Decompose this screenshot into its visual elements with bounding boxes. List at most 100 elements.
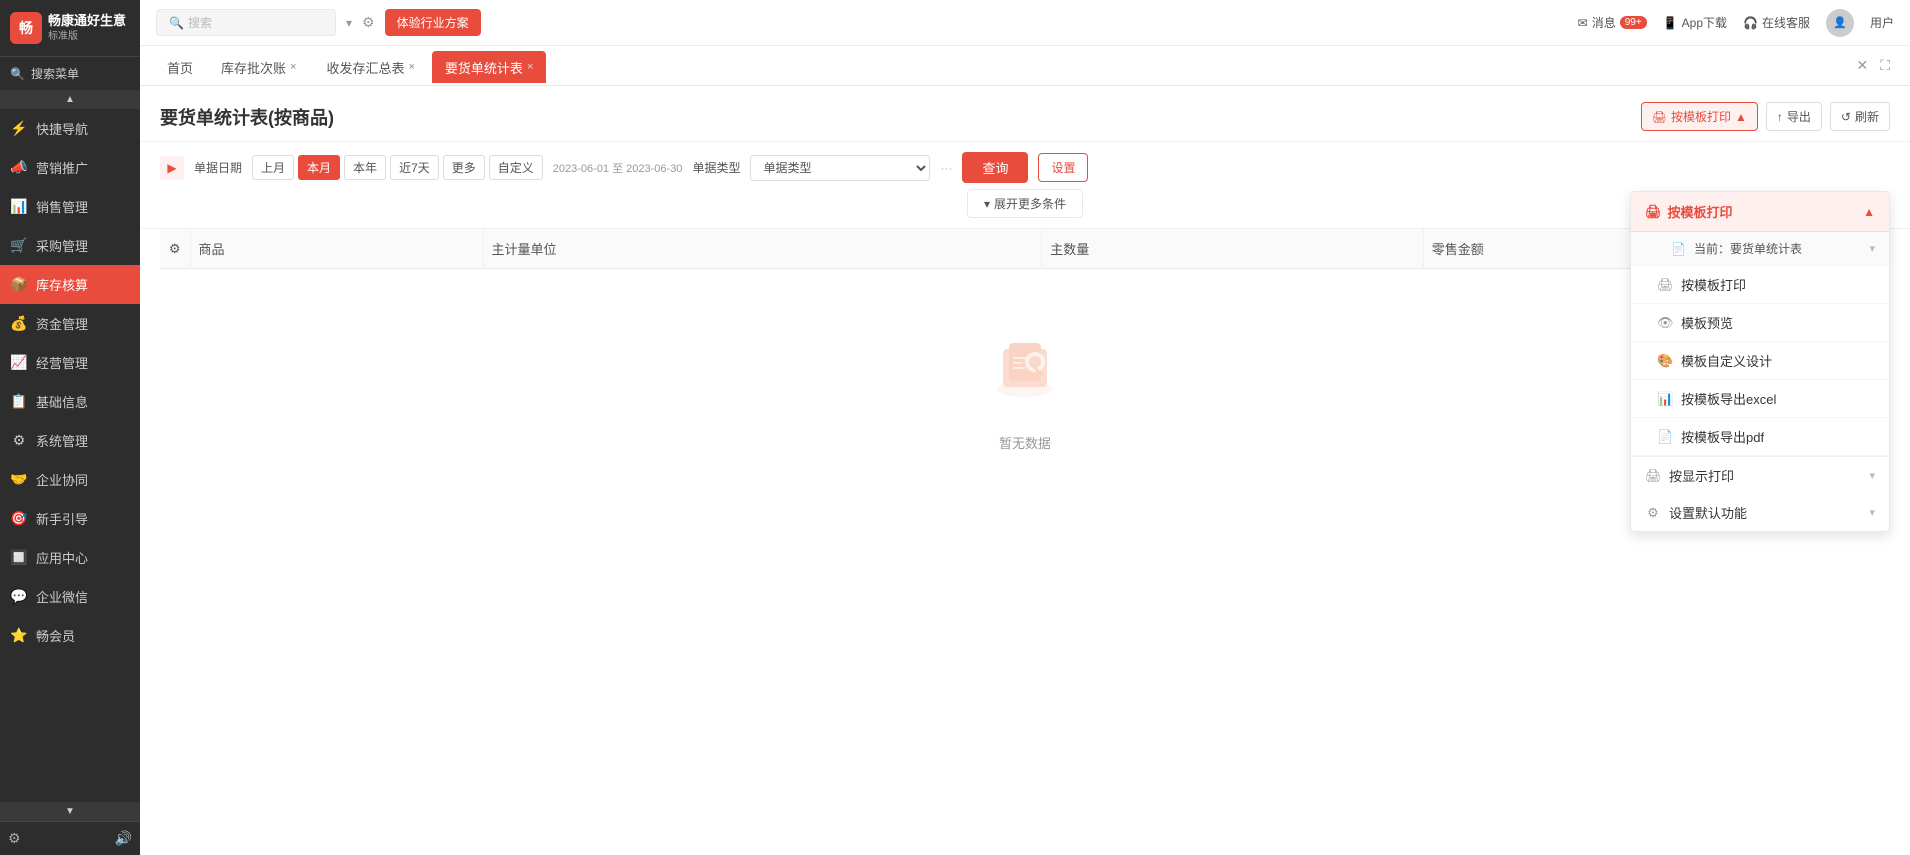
dropdown-item-export-pdf[interactable]: 📄 按模板导出pdf: [1631, 418, 1889, 456]
query-button[interactable]: 查询: [962, 152, 1028, 183]
sidebar-item-label-enterprise-wechat: 企业微信: [36, 587, 88, 606]
sidebar-item-marketing[interactable]: 📣 营销推广: [0, 148, 140, 187]
topbar-dropdown-arrow[interactable]: ▾: [346, 16, 352, 30]
sidebar-item-basic-info[interactable]: 📋 基础信息: [0, 382, 140, 421]
sidebar-item-app-center[interactable]: 🔲 应用中心: [0, 538, 140, 577]
system-icon: ⚙: [10, 432, 28, 449]
topbar-search[interactable]: 🔍 搜索: [156, 9, 336, 36]
filter-more-dots[interactable]: ···: [940, 161, 952, 175]
expand-more-filters[interactable]: ▾ 展开更多条件: [967, 189, 1083, 218]
template-print-button[interactable]: 🖨 按模板打印 ▲: [1641, 102, 1758, 131]
dropdown-item-template-design-left: 🎨 模板自定义设计: [1657, 351, 1772, 370]
sidebar-item-purchase[interactable]: 🛒 采购管理: [0, 226, 140, 265]
filter-expand-arrow[interactable]: ▶: [160, 156, 184, 180]
sidebar-scroll-up[interactable]: ▲: [0, 90, 140, 109]
sidebar-item-enterprise-wechat[interactable]: 💬 企业微信: [0, 577, 140, 616]
sidebar-item-label-membership: 畅会员: [36, 626, 75, 645]
doc-type-select[interactable]: 单据类型: [750, 155, 930, 181]
dropdown-current-arrow: ▾: [1869, 242, 1875, 255]
volume-icon[interactable]: 🔊: [115, 830, 132, 847]
template-preview-item-icon: 👁: [1657, 315, 1673, 331]
tab-inventory-batch[interactable]: 库存批次账 ×: [208, 51, 309, 83]
tab-collection-summary[interactable]: 收发存汇总表 ×: [313, 51, 427, 83]
enterprise-icon: 🤝: [10, 471, 28, 488]
online-service-label: 在线客服: [1762, 14, 1810, 31]
app-center-icon: 🔲: [10, 549, 28, 566]
dropdown-header-arrow: ▲: [1863, 205, 1875, 219]
sidebar-item-label-quick-nav: 快捷导航: [36, 119, 88, 138]
user-name[interactable]: 用户: [1870, 14, 1894, 31]
doc-type-label: 单据类型: [692, 159, 740, 176]
tab-home[interactable]: 首页: [156, 51, 204, 83]
tab-expand-button[interactable]: ⛶: [1876, 55, 1894, 76]
avatar-icon: 👤: [1833, 16, 1847, 29]
inventory-icon: 📦: [10, 276, 28, 293]
dropdown-display-print[interactable]: 🖨 按显示打印 ▾: [1631, 457, 1889, 494]
topbar-gear-icon[interactable]: ⚙: [362, 14, 375, 31]
tabbar-right: ✕ ⛶: [1852, 55, 1894, 76]
dropdown-item-template-design[interactable]: 🎨 模板自定义设计: [1631, 342, 1889, 380]
app-logo-icon: 畅: [10, 12, 42, 44]
sidebar-item-label-inventory: 库存核算: [36, 275, 88, 294]
sidebar-item-guide[interactable]: 🎯 新手引导: [0, 499, 140, 538]
dropdown-item-template-print-left: 🖨 按模板打印: [1657, 275, 1746, 294]
refresh-icon: ↺: [1841, 110, 1851, 124]
table-col-product: 商品: [190, 229, 483, 269]
app-name: 畅康通好生意: [48, 13, 126, 30]
tab-collection-summary-close[interactable]: ×: [408, 61, 414, 73]
dropdown-item-export-excel[interactable]: 📊 按模板导出excel: [1631, 380, 1889, 418]
date-label: 单据日期: [194, 159, 242, 176]
tab-order-stats-close[interactable]: ×: [527, 61, 533, 73]
sidebar-item-inventory[interactable]: 📦 库存核算: [0, 265, 140, 304]
dropdown-header[interactable]: 🖨 按模板打印 ▲: [1631, 192, 1889, 232]
sidebar-item-system[interactable]: ⚙ 系统管理: [0, 421, 140, 460]
set-default-label: 设置默认功能: [1669, 503, 1747, 522]
date-btn-this-year[interactable]: 本年: [344, 155, 386, 180]
online-service-button[interactable]: 🎧 在线客服: [1743, 14, 1810, 31]
table-col-unit: 主计量单位: [483, 229, 1042, 269]
export-excel-item-icon: 📊: [1657, 391, 1673, 407]
sidebar-item-label-guide: 新手引导: [36, 509, 88, 528]
export-icon: ↑: [1777, 110, 1783, 124]
sidebar-item-quick-nav[interactable]: ⚡ 快捷导航: [0, 109, 140, 148]
sidebar-item-operations[interactable]: 📈 经营管理: [0, 343, 140, 382]
dropdown-current-item[interactable]: 📄 当前：要货单统计表 ▾: [1631, 232, 1889, 266]
date-btn-custom[interactable]: 自定义: [489, 155, 543, 180]
empty-icon: [985, 329, 1065, 423]
table-col-gear[interactable]: ⚙: [160, 229, 190, 269]
settings-button[interactable]: 设置: [1038, 153, 1088, 182]
date-btn-7days[interactable]: 近7天: [390, 155, 439, 180]
finance-icon: 💰: [10, 315, 28, 332]
sidebar-item-membership[interactable]: ⭐ 畅会员: [0, 616, 140, 655]
sidebar-item-finance[interactable]: 💰 资金管理: [0, 304, 140, 343]
export-pdf-item-label: 按模板导出pdf: [1681, 427, 1764, 446]
purchase-icon: 🛒: [10, 237, 28, 254]
tab-home-label: 首页: [167, 58, 193, 77]
sidebar-item-sales[interactable]: 📊 销售管理: [0, 187, 140, 226]
dropdown-set-default[interactable]: ⚙ 设置默认功能 ▾: [1631, 494, 1889, 531]
expand-icon: ▾: [984, 197, 990, 211]
dropdown-item-template-print[interactable]: 🖨 按模板打印: [1631, 266, 1889, 304]
sidebar-item-label-finance: 资金管理: [36, 314, 88, 333]
topbar-cta-button[interactable]: 体验行业方案: [385, 9, 481, 36]
sidebar-search[interactable]: 🔍 搜索菜单: [0, 57, 140, 90]
display-print-arrow: ▾: [1869, 469, 1875, 482]
topbar-search-icon: 🔍: [169, 16, 184, 30]
dropdown-item-template-preview[interactable]: 👁 模板预览: [1631, 304, 1889, 342]
tab-order-stats[interactable]: 要货单统计表 ×: [432, 51, 546, 83]
messages-button[interactable]: ✉ 消息 99+: [1578, 14, 1647, 31]
export-button[interactable]: ↑ 导出: [1766, 102, 1822, 131]
sidebar-scroll-down[interactable]: ▼: [0, 802, 140, 821]
date-btn-last-month[interactable]: 上月: [252, 155, 294, 180]
user-avatar[interactable]: 👤: [1826, 9, 1854, 37]
settings-icon[interactable]: ⚙: [8, 830, 21, 847]
page-actions: 🖨 按模板打印 ▲ ↑ 导出 ↺ 刷新: [1641, 102, 1890, 131]
date-btn-this-month[interactable]: 本月: [298, 155, 340, 180]
sidebar-item-label-marketing: 营销推广: [36, 158, 88, 177]
tab-inventory-batch-close[interactable]: ×: [290, 61, 296, 73]
date-btn-more[interactable]: 更多: [443, 155, 485, 180]
tab-close-all-button[interactable]: ✕: [1852, 55, 1872, 76]
refresh-button[interactable]: ↺ 刷新: [1830, 102, 1890, 131]
sidebar-item-enterprise[interactable]: 🤝 企业协同: [0, 460, 140, 499]
app-download-button[interactable]: 📱 App下载: [1663, 14, 1727, 31]
